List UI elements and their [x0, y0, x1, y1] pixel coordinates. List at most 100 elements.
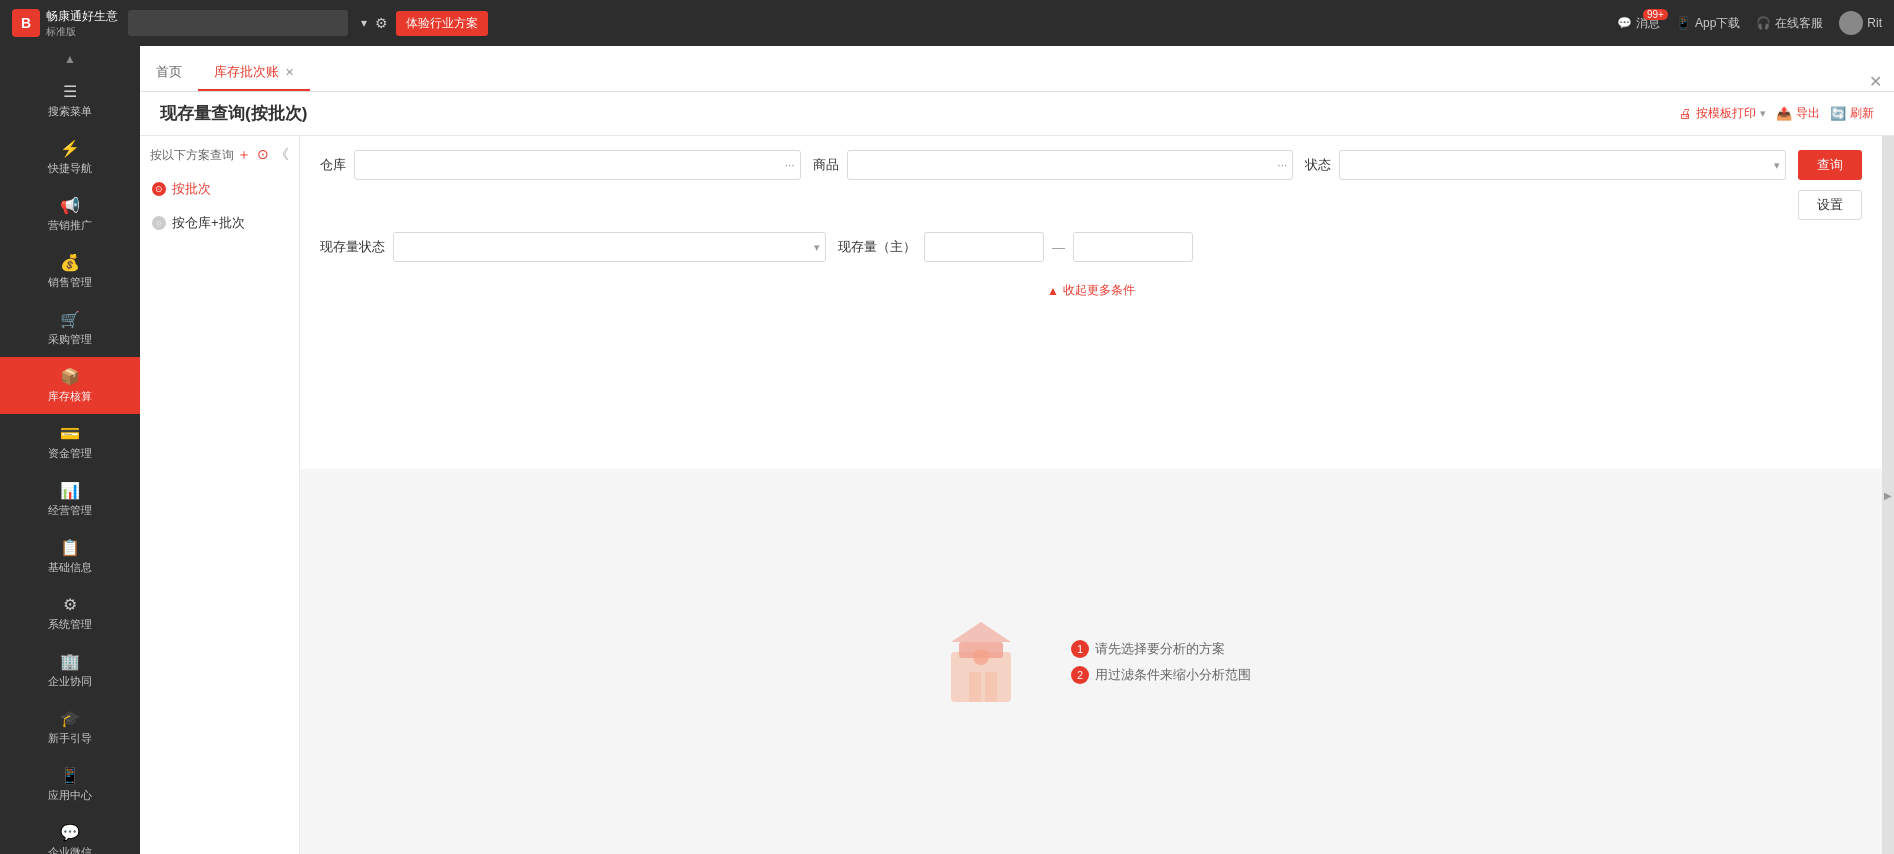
- brand-info: 畅康通好生意 标准版: [46, 8, 118, 39]
- svg-rect-4: [985, 672, 997, 702]
- export-btn[interactable]: 📤 导出: [1776, 105, 1820, 122]
- filter-panel: 仓库 ··· 商品 ···: [300, 136, 1882, 469]
- collapse-scheme-icon[interactable]: 《: [275, 146, 289, 164]
- main-layout: ▲ ☰ 搜索菜单 ⚡ 快捷导航 📢 营销推广 💰 销售管理 🛒 采购管理 📦 库…: [0, 46, 1894, 854]
- warehouse-input-wrapper: ···: [354, 150, 801, 180]
- brand-name: 畅康通好生意: [46, 8, 118, 25]
- scheme-dot-batch: ⊙: [152, 182, 166, 196]
- sidebar-item-label: 销售管理: [48, 275, 92, 290]
- svg-rect-3: [969, 672, 981, 702]
- qty-separator: —: [1052, 240, 1065, 255]
- scroll-up[interactable]: ▲: [0, 46, 140, 72]
- scheme-item-batch-label: 按批次: [172, 180, 211, 198]
- sidebar-item-finance[interactable]: 💳 资金管理: [0, 414, 140, 471]
- tab-home[interactable]: 首页: [140, 55, 198, 91]
- tab-close-icon[interactable]: ✕: [285, 66, 294, 79]
- topbar-center: ▾ ⚙ 体验行业方案: [358, 11, 1607, 36]
- sidebar-item-label: 系统管理: [48, 617, 92, 632]
- sidebar-item-marketing[interactable]: 📢 营销推广: [0, 186, 140, 243]
- finance-icon: 💳: [60, 424, 80, 443]
- stock-qty-max-input[interactable]: [1073, 232, 1193, 262]
- content-area: 首页 库存批次账 ✕ ✕ 现存量查询(按批次) 🖨 按模板打印 ▾ 📤: [140, 46, 1894, 854]
- status-select[interactable]: [1339, 150, 1786, 180]
- content-panel: 按以下方案查询 ＋ ⊙ 《 ⊙ 按批次 ○ 按仓库+批次: [140, 136, 1894, 854]
- tab-panel-close-btn[interactable]: ✕: [1857, 72, 1894, 91]
- collapse-bar[interactable]: ▲ 收起更多条件: [320, 274, 1862, 307]
- sidebar-item-app-center[interactable]: 📱 应用中心: [0, 756, 140, 813]
- goods-input[interactable]: [847, 150, 1294, 180]
- warehouse-input[interactable]: [354, 150, 801, 180]
- sidebar-item-label: 基础信息: [48, 560, 92, 575]
- sidebar-item-search-menu[interactable]: ☰ 搜索菜单: [0, 72, 140, 129]
- app-icon: 📱: [1676, 16, 1691, 30]
- right-collapse[interactable]: ▶: [1882, 136, 1894, 854]
- topbar-dropdown[interactable]: ▾: [358, 16, 367, 30]
- search-menu-icon: ☰: [63, 82, 77, 101]
- empty-illustration: [931, 612, 1031, 712]
- query-button[interactable]: 查询: [1798, 150, 1862, 180]
- gear-icon[interactable]: ⚙: [375, 15, 388, 31]
- service-label: 在线客服: [1775, 15, 1823, 32]
- warehouse-more-icon[interactable]: ···: [785, 158, 795, 172]
- logo: B 畅康通好生意 标准版: [12, 8, 118, 39]
- search-input[interactable]: [128, 10, 348, 36]
- refresh-label: 刷新: [1850, 105, 1874, 122]
- goods-filter: 商品 ···: [813, 150, 1294, 180]
- brand-sub: 标准版: [46, 25, 118, 39]
- online-service-item[interactable]: 🎧 在线客服: [1756, 15, 1823, 32]
- scheme-title: 按以下方案查询: [150, 147, 234, 164]
- basic-icon: 📋: [60, 538, 80, 557]
- print-dropdown-icon[interactable]: ▾: [1760, 107, 1766, 120]
- status-label: 状态: [1305, 156, 1331, 174]
- tab-inventory-batch[interactable]: 库存批次账 ✕: [198, 55, 310, 91]
- sidebar-item-newbie[interactable]: 🎓 新手引导: [0, 699, 140, 756]
- enterprise-icon: 🏢: [60, 652, 80, 671]
- refresh-btn[interactable]: 🔄 刷新: [1830, 105, 1874, 122]
- app-download-item[interactable]: 📱 App下载: [1676, 15, 1740, 32]
- right-panel: 仓库 ··· 商品 ···: [300, 136, 1882, 854]
- scheme-item-warehouse-batch[interactable]: ○ 按仓库+批次: [140, 206, 299, 240]
- sidebar-item-wechat[interactable]: 💬 企业微信: [0, 813, 140, 854]
- user-avatar-item[interactable]: Rit: [1839, 11, 1882, 35]
- right-collapse-icon: ▶: [1884, 490, 1892, 501]
- sidebar-item-system[interactable]: ⚙ 系统管理: [0, 585, 140, 642]
- goods-input-wrapper: ···: [847, 150, 1294, 180]
- system-icon: ⚙: [63, 595, 77, 614]
- sidebar-item-label: 企业协同: [48, 674, 92, 689]
- search-area: [128, 10, 348, 36]
- sidebar-item-quick-nav[interactable]: ⚡ 快捷导航: [0, 129, 140, 186]
- scheme-item-batch[interactable]: ⊙ 按批次: [140, 172, 299, 206]
- tab-inventory-batch-label: 库存批次账: [214, 63, 279, 81]
- export-label: 导出: [1796, 105, 1820, 122]
- stock-qty-min-input[interactable]: [924, 232, 1044, 262]
- sidebar-item-label: 快捷导航: [48, 161, 92, 176]
- settings-button[interactable]: 设置: [1798, 190, 1862, 220]
- purchase-icon: 🛒: [60, 310, 80, 329]
- hint1-num: 1: [1071, 640, 1089, 658]
- sidebar-item-sales[interactable]: 💰 销售管理: [0, 243, 140, 300]
- sidebar-item-basic[interactable]: 📋 基础信息: [0, 528, 140, 585]
- sidebar-item-label: 资金管理: [48, 446, 92, 461]
- logo-icon: B: [12, 9, 40, 37]
- export-icon: 📤: [1776, 106, 1792, 121]
- marketing-icon: 📢: [60, 196, 80, 215]
- empty-hint-1: 1 请先选择要分析的方案: [1071, 640, 1225, 658]
- warehouse-label: 仓库: [320, 156, 346, 174]
- stock-status-select[interactable]: [393, 232, 826, 262]
- empty-state-container: 1 请先选择要分析的方案 2 用过滤条件来缩小分析范围: [931, 612, 1251, 712]
- svg-point-5: [973, 649, 989, 665]
- experience-button[interactable]: 体验行业方案: [396, 11, 488, 36]
- goods-more-icon[interactable]: ···: [1277, 158, 1287, 172]
- sidebar-item-operation[interactable]: 📊 经营管理: [0, 471, 140, 528]
- sidebar-item-label: 新手引导: [48, 731, 92, 746]
- sales-icon: 💰: [60, 253, 80, 272]
- template-print-btn[interactable]: 🖨 按模板打印 ▾: [1679, 105, 1766, 122]
- sidebar-item-purchase[interactable]: 🛒 采购管理: [0, 300, 140, 357]
- add-scheme-icon[interactable]: ＋: [237, 146, 251, 164]
- warehouse-filter: 仓库 ···: [320, 150, 801, 180]
- scheme-panel: 按以下方案查询 ＋ ⊙ 《 ⊙ 按批次 ○ 按仓库+批次: [140, 136, 300, 854]
- message-item[interactable]: 💬 消息 99+: [1617, 15, 1660, 32]
- settings-scheme-icon[interactable]: ⊙: [257, 146, 269, 164]
- sidebar-item-inventory[interactable]: 📦 库存核算: [0, 357, 140, 414]
- sidebar-item-enterprise[interactable]: 🏢 企业协同: [0, 642, 140, 699]
